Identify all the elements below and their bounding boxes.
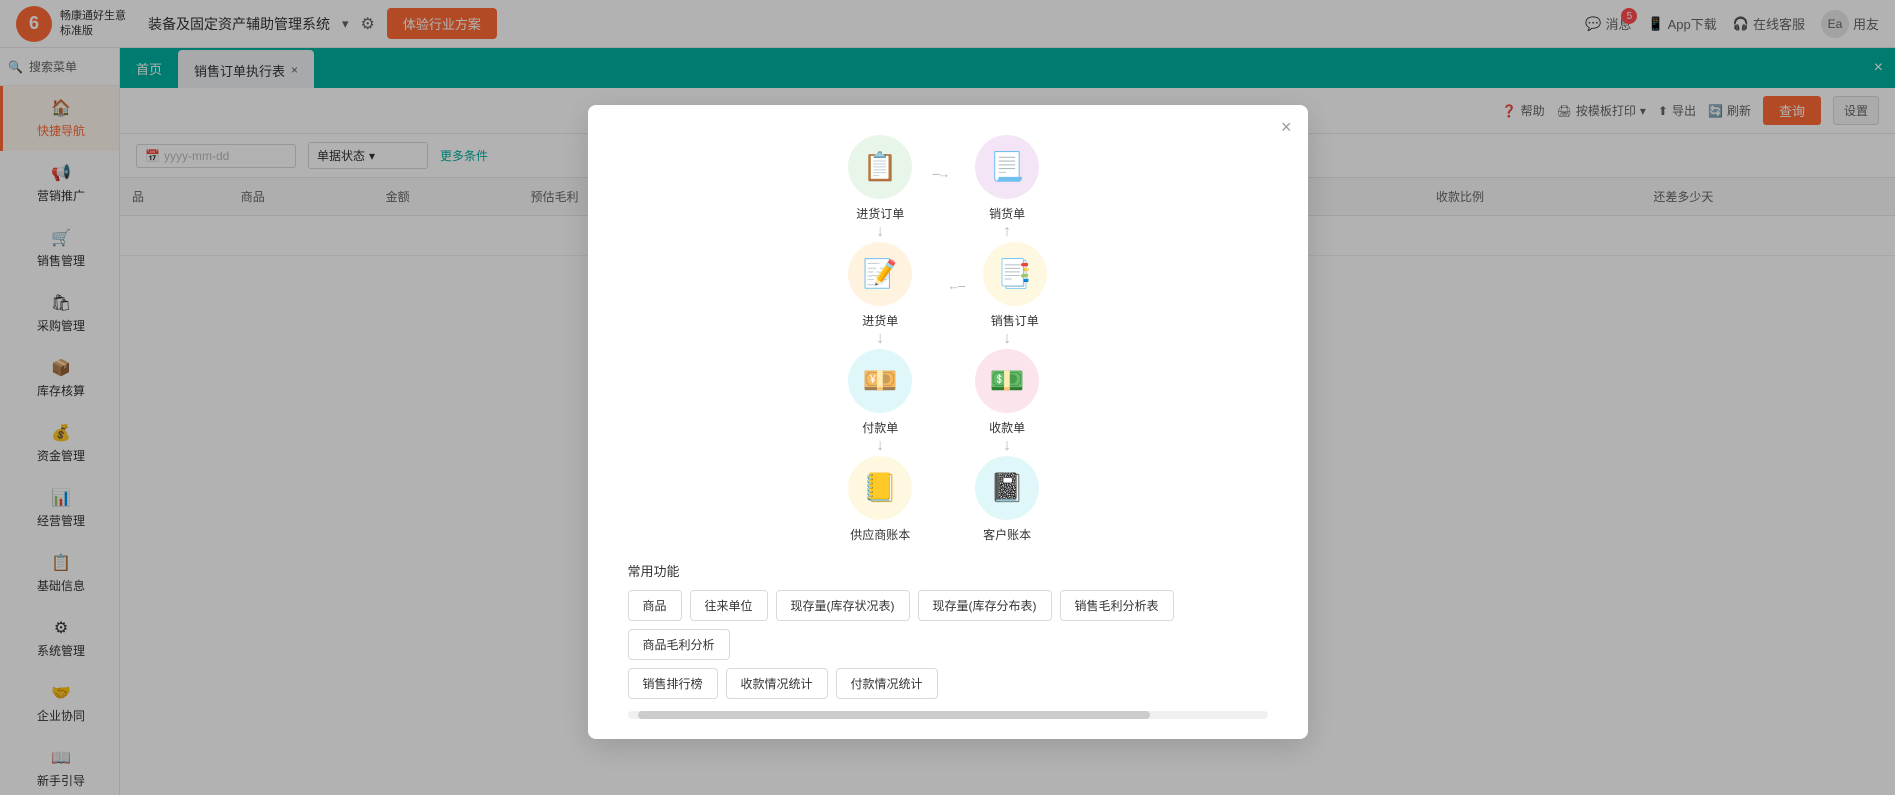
- func-btn-goods[interactable]: 商品: [628, 590, 682, 621]
- func-buttons-row2: 销售排行榜 收款情况统计 付款情况统计: [628, 668, 1268, 699]
- purchase-order-circle: 📋: [848, 135, 912, 199]
- payment-bill-circle: 💴: [848, 349, 912, 413]
- func-btn-stock-status[interactable]: 现存量(库存状况表): [776, 590, 910, 621]
- flowchart: 📋 进货订单 ↓ 📝 进货单 ↓ 💴 付款单 ↓ 📒: [628, 135, 1268, 543]
- arrow-down-5: ↓: [1003, 331, 1011, 347]
- func-btn-receipt-stats[interactable]: 收款情况统计: [726, 668, 828, 699]
- flow-right-col: 📃 销货单 ↑ ←- - - 📑 销售订单 ↓ 💵: [948, 135, 1067, 543]
- flow-node-customer-ledger: 📓 客户账本: [955, 456, 1059, 543]
- flow-node-sales-order: 📑 销售订单: [963, 242, 1067, 329]
- sales-order-circle: 📑: [983, 242, 1047, 306]
- func-btn-stock-dist[interactable]: 现存量(库存分布表): [918, 590, 1052, 621]
- arrow-down-2: ↓: [876, 331, 884, 347]
- supplier-ledger-circle: 📒: [848, 456, 912, 520]
- modal-overlay[interactable]: × 📋 进货订单 ↓ 📝 进货单 ↓ 💴 付款: [0, 0, 1895, 795]
- flow-left-col: 📋 进货订单 ↓ 📝 进货单 ↓ 💴 付款单 ↓ 📒: [828, 135, 932, 543]
- func-btn-sales-gross[interactable]: 销售毛利分析表: [1060, 590, 1174, 621]
- func-btn-goods-gross[interactable]: 商品毛利分析: [628, 629, 730, 660]
- func-buttons-row1: 商品 往来单位 现存量(库存状况表) 现存量(库存分布表) 销售毛利分析表 商品…: [628, 590, 1268, 660]
- sales-order-label: 销售订单: [991, 312, 1039, 329]
- sales-bill-label: 销货单: [989, 205, 1025, 222]
- receipt-bill-label: 收款单: [989, 419, 1025, 436]
- purchase-order-label: 进货订单: [856, 205, 904, 222]
- common-functions-section: 常用功能 商品 往来单位 现存量(库存状况表) 现存量(库存分布表) 销售毛利分…: [628, 561, 1268, 699]
- customer-ledger-circle: 📓: [975, 456, 1039, 520]
- modal-scrollbar-thumb: [638, 711, 1150, 719]
- modal-close-button[interactable]: ×: [1281, 117, 1292, 138]
- common-functions-title: 常用功能: [628, 561, 1268, 580]
- arrow-down-3: ↓: [876, 438, 884, 454]
- flow-node-supplier-ledger: 📒 供应商账本: [828, 456, 932, 543]
- func-btn-payment-stats[interactable]: 付款情况统计: [836, 668, 938, 699]
- arrow-down-1: ↓: [876, 224, 884, 240]
- modal-scrollbar[interactable]: [628, 711, 1268, 719]
- purchase-bill-label: 进货单: [862, 312, 898, 329]
- supplier-ledger-label: 供应商账本: [850, 526, 910, 543]
- receipt-bill-circle: 💵: [975, 349, 1039, 413]
- sales-order-arrow-row: ↑: [1003, 222, 1011, 242]
- customer-ledger-label: 客户账本: [983, 526, 1031, 543]
- purchase-bill-circle: 📝: [848, 242, 912, 306]
- flow-arrows-center: - - -→: [932, 135, 947, 432]
- flow-node-sales-bill: 📃 销货单: [955, 135, 1059, 222]
- modal-dialog: × 📋 进货订单 ↓ 📝 进货单 ↓ 💴 付款: [588, 105, 1308, 739]
- func-btn-partner[interactable]: 往来单位: [690, 590, 768, 621]
- sales-order-row: ←- - - 📑 销售订单: [948, 242, 1067, 329]
- flow-node-purchase-bill: 📝 进货单: [828, 242, 932, 329]
- arrow-down-4: ↑: [1003, 224, 1011, 240]
- arrow-down-6: ↓: [1003, 438, 1011, 454]
- sales-bill-circle: 📃: [975, 135, 1039, 199]
- flow-node-receipt-bill: 💵 收款单: [955, 349, 1059, 436]
- func-btn-sales-rank[interactable]: 销售排行榜: [628, 668, 718, 699]
- flow-node-purchase-order: 📋 进货订单: [828, 135, 932, 222]
- flow-node-payment-bill: 💴 付款单: [828, 349, 932, 436]
- payment-bill-label: 付款单: [862, 419, 898, 436]
